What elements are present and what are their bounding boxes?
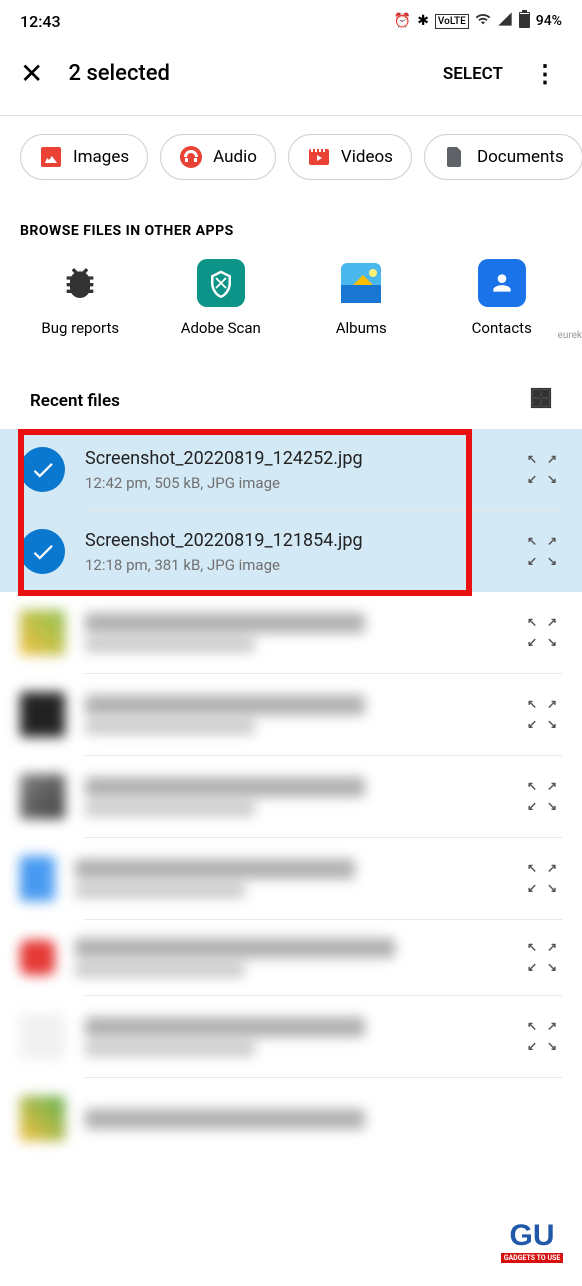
recent-label: Recent files	[30, 391, 120, 411]
browse-section-label: BROWSE FILES IN OTHER APPS	[0, 198, 582, 259]
app-label: Albums	[336, 319, 387, 337]
app-label: Adobe Scan	[181, 319, 261, 337]
file-thumbnail	[20, 774, 65, 819]
app-adobe-scan[interactable]: Adobe Scan	[156, 259, 286, 337]
audio-icon	[179, 145, 203, 169]
bluetooth-icon: ✱	[417, 13, 429, 29]
expand-icon[interactable]: ↖↗↙↘	[527, 1019, 562, 1054]
apps-row: Bug reports Adobe Scan Albums Contacts	[0, 259, 582, 362]
battery-percent: 94%	[536, 13, 562, 29]
more-options-icon[interactable]: ⋮	[528, 60, 562, 88]
app-contacts[interactable]: Contacts	[437, 259, 567, 337]
file-thumbnail	[20, 610, 65, 655]
albums-icon	[337, 259, 385, 307]
expand-icon[interactable]: ↖↗↙↘	[527, 861, 562, 896]
expand-icon[interactable]: ↖↗↙↘	[527, 940, 562, 975]
file-info	[85, 1109, 562, 1129]
chip-label: Images	[73, 147, 129, 167]
watermark-brand: GADGETS TO USE	[501, 1253, 564, 1263]
file-info	[85, 1017, 507, 1056]
file-item-blurred[interactable]	[0, 1078, 582, 1146]
checkmark-icon[interactable]	[20, 529, 65, 574]
file-meta: 12:42 pm, 505 kB, JPG image	[85, 474, 507, 492]
selection-header: ✕ 2 selected SELECT ⋮	[0, 42, 582, 115]
contacts-icon	[478, 259, 526, 307]
recent-header: Recent files	[0, 362, 582, 429]
wifi-icon	[475, 11, 491, 31]
status-icons: ⏰ ✱ VoLTE 94%	[394, 10, 562, 32]
file-item-blurred[interactable]: ↖↗↙↘	[0, 838, 582, 919]
file-thumbnail	[20, 692, 65, 737]
chip-documents[interactable]: Documents	[424, 134, 582, 180]
app-bug-reports[interactable]: Bug reports	[15, 259, 145, 337]
chip-audio[interactable]: Audio	[160, 134, 276, 180]
file-item-blurred[interactable]: ↖↗↙↘	[0, 756, 582, 837]
file-info: Screenshot_20220819_121854.jpg 12:18 pm,…	[85, 530, 507, 574]
file-thumbnail	[20, 940, 55, 975]
chip-label: Videos	[341, 147, 393, 167]
app-label: Contacts	[472, 319, 532, 337]
file-name: Screenshot_20220819_124252.jpg	[85, 448, 507, 469]
file-thumbnail	[20, 856, 55, 901]
status-bar: 12:43 ⏰ ✱ VoLTE 94%	[0, 0, 582, 42]
file-info	[85, 777, 507, 816]
volte-icon: VoLTE	[435, 14, 469, 29]
alarm-icon: ⏰	[394, 13, 411, 29]
file-info	[85, 613, 507, 652]
app-label: Bug reports	[41, 319, 119, 337]
file-info	[85, 695, 507, 734]
status-time: 12:43	[20, 12, 61, 31]
expand-icon[interactable]: ↖↗↙↘	[527, 697, 562, 732]
expand-icon[interactable]: ↖↗↙↘	[527, 534, 562, 569]
checkmark-icon[interactable]	[20, 447, 65, 492]
file-item-blurred[interactable]: ↖↗↙↘	[0, 674, 582, 755]
bug-icon	[56, 259, 104, 307]
document-icon	[443, 145, 467, 169]
video-icon	[307, 145, 331, 169]
watermark-text: eurek	[558, 330, 582, 341]
image-icon	[39, 145, 63, 169]
file-list: Screenshot_20220819_124252.jpg 12:42 pm,…	[0, 429, 582, 1146]
file-item[interactable]: Screenshot_20220819_124252.jpg 12:42 pm,…	[0, 429, 582, 510]
selection-count: 2 selected	[68, 61, 417, 86]
chip-label: Documents	[477, 147, 564, 167]
file-info	[75, 859, 507, 898]
file-info: Screenshot_20220819_124252.jpg 12:42 pm,…	[85, 448, 507, 492]
chip-videos[interactable]: Videos	[288, 134, 412, 180]
chip-images[interactable]: Images	[20, 134, 148, 180]
battery-icon	[519, 10, 530, 32]
file-name: Screenshot_20220819_121854.jpg	[85, 530, 507, 551]
watermark-logo: GU GADGETS TO USE	[497, 1211, 567, 1271]
select-button[interactable]: SELECT	[443, 64, 503, 84]
file-item-blurred[interactable]: ↖↗↙↘	[0, 920, 582, 995]
file-item[interactable]: Screenshot_20220819_121854.jpg 12:18 pm,…	[0, 511, 582, 592]
signal-icon	[497, 11, 513, 31]
file-thumbnail	[20, 1014, 65, 1059]
file-meta: 12:18 pm, 381 kB, JPG image	[85, 556, 507, 574]
category-chips: Images Audio Videos Documents	[0, 116, 582, 198]
file-item-blurred[interactable]: ↖↗↙↘	[0, 592, 582, 673]
expand-icon[interactable]: ↖↗↙↘	[527, 615, 562, 650]
grid-view-icon[interactable]	[530, 387, 552, 414]
expand-icon[interactable]: ↖↗↙↘	[527, 779, 562, 814]
chip-label: Audio	[213, 147, 257, 167]
file-info	[75, 938, 507, 977]
adobe-scan-icon	[197, 259, 245, 307]
app-albums[interactable]: Albums	[296, 259, 426, 337]
expand-icon[interactable]: ↖↗↙↘	[527, 452, 562, 487]
file-thumbnail	[20, 1096, 65, 1141]
close-icon[interactable]: ✕	[20, 57, 43, 90]
file-item-blurred[interactable]: ↖↗↙↘	[0, 996, 582, 1077]
